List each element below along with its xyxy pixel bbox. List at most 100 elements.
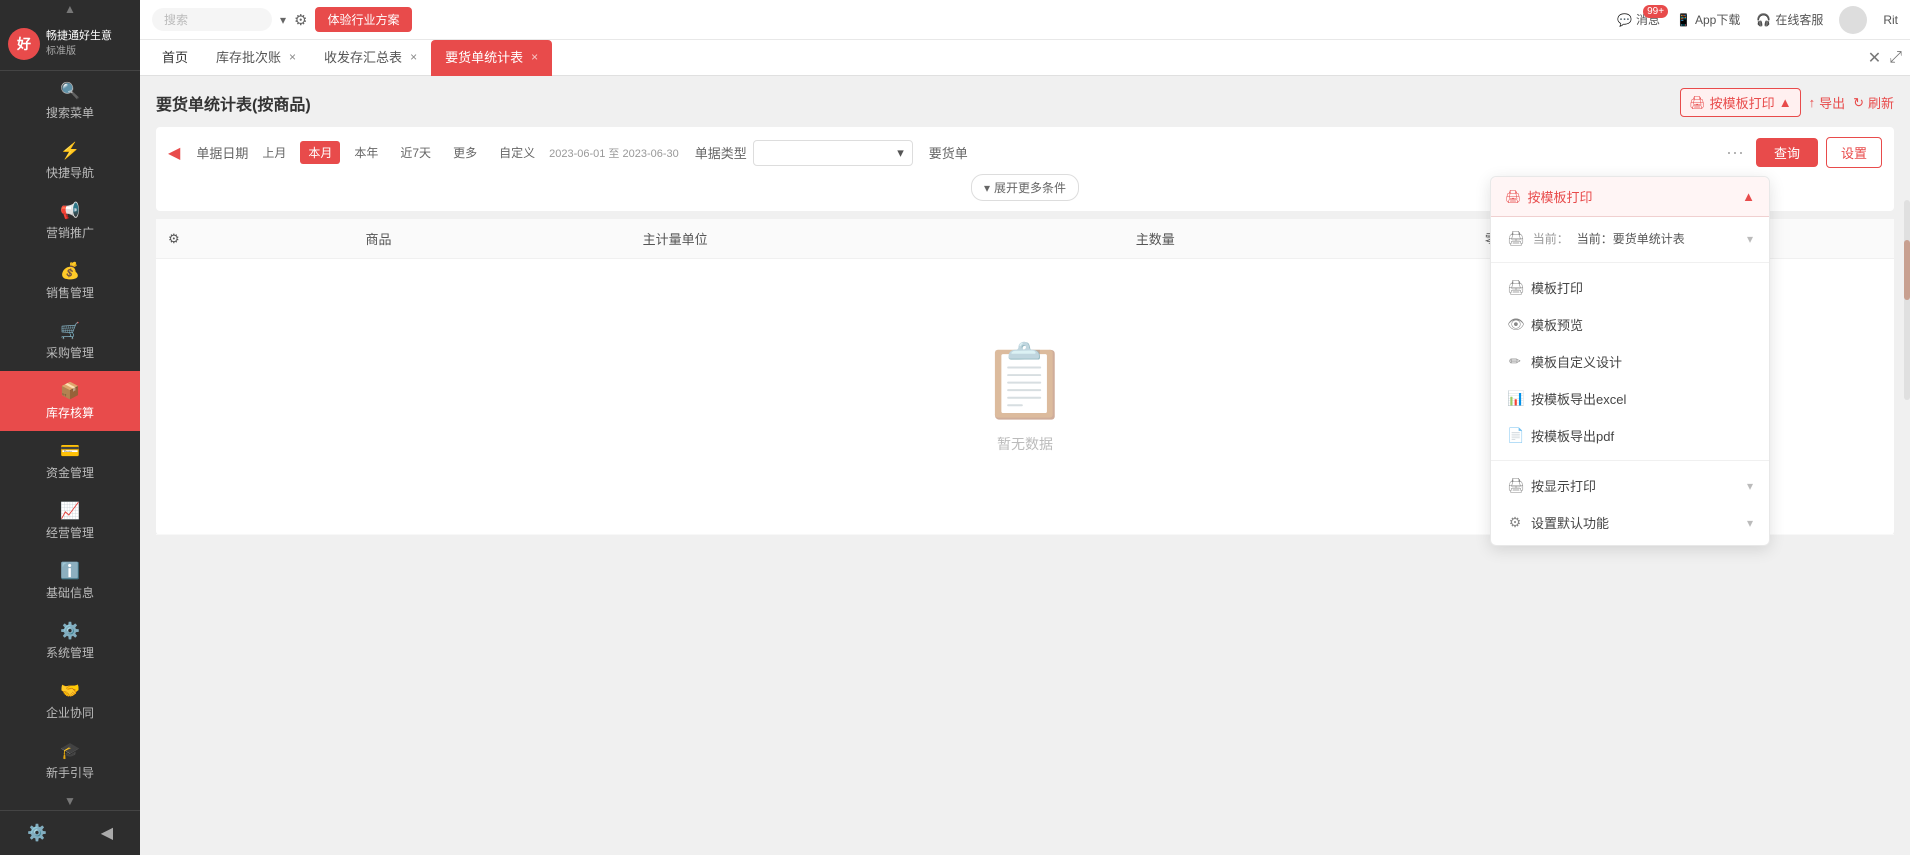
sidebar-item-basic[interactable]: ℹ️ 基础信息 (0, 551, 140, 611)
page-title: 要货单统计表(按商品) (156, 91, 311, 115)
topbar-dropdown-btn[interactable]: ▾ (280, 13, 286, 27)
print-chevron-up-icon: ▲ (1779, 95, 1792, 110)
service-icon: 🎧 (1756, 13, 1771, 27)
tabs-expand-btn[interactable]: ⤢ (1889, 48, 1902, 68)
tab-summary-close[interactable]: × (410, 50, 417, 64)
topbar-search-box: 搜索 (152, 8, 272, 31)
user-avatar[interactable] (1839, 6, 1867, 34)
dropdown-header-left: 🖨 按模板打印 (1505, 187, 1593, 206)
template-print-icon: 🖨 (1507, 279, 1523, 296)
sidebar-item-finance[interactable]: 💳 资金管理 (0, 431, 140, 491)
sidebar-item-search[interactable]: 🔍 搜索菜单 (0, 71, 140, 131)
sidebar: ▲ 好 畅捷通好生意 标准版 🔍 搜索菜单 ⚡ 快捷导航 📢 营销推广 💰 销售… (0, 0, 140, 855)
sidebar-item-shortcut[interactable]: ⚡ 快捷导航 (0, 131, 140, 191)
online-service-btn[interactable]: 🎧 在线客服 (1756, 11, 1823, 28)
sidebar-scroll-down[interactable]: ▼ (0, 792, 140, 810)
dropdown-item-current[interactable]: 🖨 当前： 当前：要货单统计表 ▾ (1491, 221, 1769, 256)
filter-action-btns: ··· 查询 设置 (1722, 137, 1882, 168)
display-print-chevron-icon: ▾ (1747, 479, 1753, 493)
want-goods-label: 要货单 (929, 143, 968, 162)
tab-batch-close[interactable]: × (289, 50, 296, 64)
template-pdf-icon: 📄 (1507, 427, 1523, 444)
topbar-left: 搜索 ▾ ⚙ 体验行业方案 (152, 7, 412, 32)
page-header: 要货单统计表(按商品) 🖨 按模板打印 ▲ ↑ 导出 ↻ 刷新 (156, 88, 1894, 117)
tabs-bar: 首页 库存批次账 × 收发存汇总表 × 要货单统计表 × ✕ ⤢ (140, 40, 1910, 76)
dropdown-item-default-fn[interactable]: ⚙ 设置默认功能 ▾ (1491, 504, 1769, 541)
col-unit: 主计量单位 (631, 219, 1124, 259)
sidebar-item-inventory[interactable]: 📦 库存核算 (0, 371, 140, 431)
sidebar-item-guide[interactable]: 🎓 新手引导 (0, 731, 140, 791)
app-download-btn[interactable]: 📱 App下载 (1676, 11, 1740, 28)
avatar-img (1839, 6, 1867, 34)
empty-text: 暂无数据 (997, 434, 1053, 454)
display-print-left: 🖨 按显示打印 (1507, 476, 1596, 495)
order-type-select[interactable]: ▾ (753, 140, 913, 166)
expand-more-btn[interactable]: ▾ 展开更多条件 (971, 174, 1079, 201)
refresh-icon: ↻ (1853, 95, 1864, 111)
dropdown-item-template-pdf[interactable]: 📄 按模板导出pdf (1491, 417, 1769, 454)
date-last-month[interactable]: 上月 (254, 141, 294, 164)
tab-order-stat[interactable]: 要货单统计表 × (431, 40, 552, 76)
shortcut-icon: ⚡ (60, 141, 80, 161)
sidebar-scroll-up[interactable]: ▲ (0, 0, 140, 18)
template-design-icon: ✏ (1507, 353, 1523, 370)
sidebar-item-sales[interactable]: 💰 销售管理 (0, 251, 140, 311)
tab-home[interactable]: 首页 (148, 40, 202, 76)
tab-order-stat-close[interactable]: × (531, 50, 538, 64)
collapse-btn[interactable]: ◀ (97, 819, 117, 847)
sidebar-nav: 🔍 搜索菜单 ⚡ 快捷导航 📢 营销推广 💰 销售管理 🛒 采购管理 📦 库存核… (0, 71, 140, 792)
date-custom[interactable]: 自定义 (491, 141, 543, 164)
sidebar-item-marketing[interactable]: 📢 营销推广 (0, 191, 140, 251)
sidebar-item-operation[interactable]: 📈 经营管理 (0, 491, 140, 551)
template-excel-icon: 📊 (1507, 390, 1523, 407)
dropdown-item-template-excel[interactable]: 📊 按模板导出excel (1491, 380, 1769, 417)
topbar-right: 💬 消息 99+ 📱 App下载 🎧 在线客服 Rit (1617, 6, 1898, 34)
topbar-gear-icon[interactable]: ⚙ (294, 11, 307, 29)
tabs-close-btn[interactable]: ✕ (1868, 48, 1881, 68)
sidebar-item-appstore[interactable]: 🏪 应用中心 (0, 791, 140, 792)
logo-icon: 好 (8, 28, 40, 60)
default-fn-left: ⚙ 设置默认功能 (1507, 513, 1609, 532)
want-goods-label-group: 要货单 (929, 143, 968, 162)
refresh-btn[interactable]: ↻ 刷新 (1853, 93, 1894, 112)
dropdown-item-display-print[interactable]: 🖨 按显示打印 ▾ (1491, 467, 1769, 504)
sidebar-item-purchase[interactable]: 🛒 采购管理 (0, 311, 140, 371)
date-7days[interactable]: 近7天 (392, 141, 439, 164)
print-icon: 🖨 (1689, 95, 1706, 111)
page-actions: 🖨 按模板打印 ▲ ↑ 导出 ↻ 刷新 (1680, 88, 1894, 117)
tab-summary[interactable]: 收发存汇总表 × (310, 40, 431, 76)
dropdown-item-template-preview[interactable]: 👁 模板预览 (1491, 306, 1769, 343)
dropdown-section-sub: 🖨 按显示打印 ▾ ⚙ 设置默认功能 ▾ (1491, 463, 1769, 545)
order-type-group: 单据类型 ▾ (695, 140, 913, 166)
sidebar-item-system[interactable]: ⚙️ 系统管理 (0, 611, 140, 671)
date-more[interactable]: 更多 (445, 141, 485, 164)
settings-bottom-btn[interactable]: ⚙️ (23, 819, 51, 847)
dropdown-close-chevron: ▲ (1742, 189, 1755, 204)
settings-filter-btn[interactable]: 设置 (1826, 137, 1882, 168)
sidebar-item-collab[interactable]: 🤝 企业协同 (0, 671, 140, 731)
date-this-month[interactable]: 本月 (300, 141, 340, 164)
display-print-icon: 🖨 (1507, 477, 1523, 494)
inventory-icon: 📦 (60, 381, 80, 401)
scrollbar-thumb (1904, 240, 1910, 300)
filter-collapse-btn[interactable]: ◀ (168, 143, 180, 163)
dropdown-item-template-design[interactable]: ✏ 模板自定义设计 (1491, 343, 1769, 380)
query-btn[interactable]: 查询 (1756, 138, 1818, 167)
print-template-btn[interactable]: 🖨 按模板打印 ▲ (1680, 88, 1800, 117)
tab-batch[interactable]: 库存批次账 × (202, 40, 310, 76)
export-btn[interactable]: ↑ 导出 (1809, 93, 1846, 112)
collab-icon: 🤝 (60, 681, 80, 701)
col-settings[interactable]: ⚙ (156, 219, 354, 259)
print-dropdown-icon: 🖨 (1505, 189, 1522, 205)
right-scrollbar[interactable] (1904, 200, 1910, 400)
tabs-actions: ✕ ⤢ (1868, 48, 1902, 68)
messages-btn[interactable]: 💬 消息 99+ (1617, 11, 1660, 28)
more-options-btn[interactable]: ··· (1722, 142, 1748, 163)
system-icon: ⚙️ (60, 621, 80, 641)
date-this-year[interactable]: 本年 (346, 141, 386, 164)
app-icon: 📱 (1676, 13, 1691, 27)
trial-btn[interactable]: 体验行业方案 (315, 7, 411, 32)
col-goods: 商品 (354, 219, 631, 259)
dropdown-header[interactable]: 🖨 按模板打印 ▲ (1491, 177, 1769, 217)
dropdown-item-template-print[interactable]: 🖨 模板打印 (1491, 269, 1769, 306)
